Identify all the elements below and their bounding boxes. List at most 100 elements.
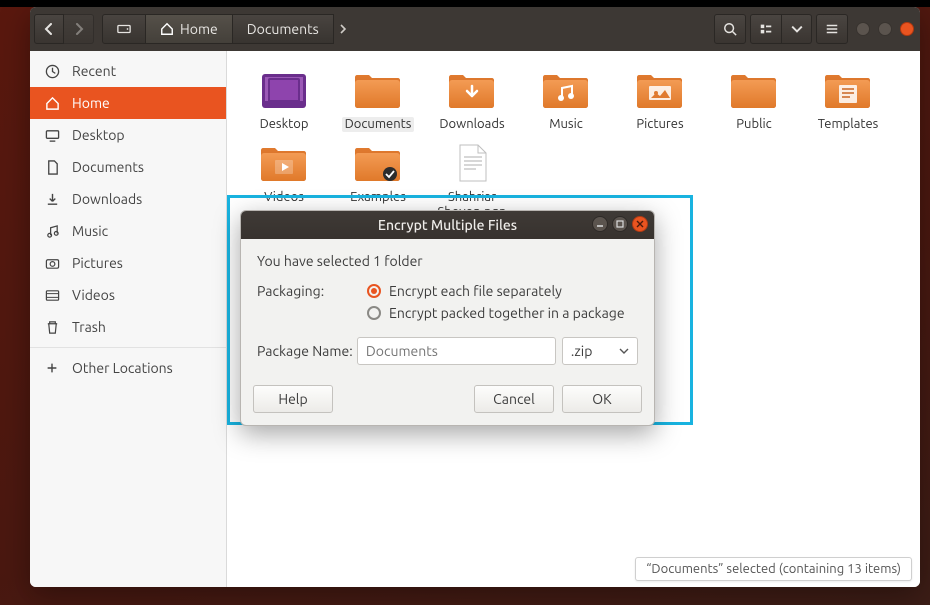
grid-item[interactable]: Examples xyxy=(331,134,425,222)
search-button[interactable] xyxy=(714,14,746,44)
window-close[interactable] xyxy=(900,22,914,36)
file-label: Downloads xyxy=(439,117,504,132)
breadcrumb-documents-label: Documents xyxy=(247,21,319,37)
sidebar-item-trash[interactable]: Trash xyxy=(30,311,226,343)
radio-label: Encrypt packed together in a package xyxy=(389,305,625,321)
grid-item[interactable]: Public xyxy=(707,61,801,134)
sidebar-item-label: Recent xyxy=(72,63,116,79)
cancel-button[interactable]: Cancel xyxy=(474,385,554,413)
grid-item[interactable]: Documents xyxy=(331,61,425,134)
file-thumb xyxy=(352,65,404,115)
grid-item[interactable]: Music xyxy=(519,61,613,134)
sidebar-item-recent[interactable]: Recent xyxy=(30,55,226,87)
extension-value: .zip xyxy=(571,343,593,359)
breadcrumb-home-label: Home xyxy=(180,21,218,37)
sidebar-item-downloads[interactable]: Downloads xyxy=(30,183,226,215)
ok-button[interactable]: OK xyxy=(562,385,642,413)
radio-label: Encrypt each file separately xyxy=(389,283,562,299)
file-label: Music xyxy=(549,117,583,132)
package-name-label: Package Name: xyxy=(257,343,357,359)
grid-item[interactable]: Pictures xyxy=(613,61,707,134)
file-label: Documents xyxy=(342,117,415,132)
radio-encrypt-separately[interactable]: Encrypt each file separately xyxy=(367,283,638,299)
dialog-titlebar[interactable]: Encrypt Multiple Files xyxy=(241,211,654,239)
file-thumb xyxy=(634,65,686,115)
breadcrumb-home[interactable]: Home xyxy=(146,14,233,44)
grid-item[interactable]: Shahriar Shovon.pgp xyxy=(425,134,519,222)
file-thumb xyxy=(352,138,404,188)
sidebar-item-pictures[interactable]: Pictures xyxy=(30,247,226,279)
dialog-close[interactable] xyxy=(632,216,648,232)
chevron-right-icon xyxy=(73,23,85,35)
minimize-icon xyxy=(596,220,604,228)
top-panel xyxy=(0,0,930,7)
forward-button[interactable] xyxy=(64,14,94,44)
dialog-maximize[interactable] xyxy=(612,216,628,232)
chevron-left-icon xyxy=(43,23,55,35)
file-thumb xyxy=(258,138,310,188)
help-button[interactable]: Help xyxy=(253,385,333,413)
sidebar-item-label: Music xyxy=(72,223,108,239)
file-thumb xyxy=(446,138,498,188)
package-name-input[interactable] xyxy=(357,337,556,365)
window-minimize[interactable] xyxy=(856,22,870,36)
sidebar-item-label: Pictures xyxy=(72,255,123,271)
sidebar-item-documents[interactable]: Documents xyxy=(30,151,226,183)
hamburger-button[interactable] xyxy=(816,14,848,44)
radio-encrypt-packaged[interactable]: Encrypt packed together in a package xyxy=(367,305,638,321)
chevron-down-icon xyxy=(791,23,803,35)
document-icon xyxy=(44,160,60,175)
encrypt-dialog: Encrypt Multiple Files You have selected… xyxy=(240,210,655,426)
file-label: Public xyxy=(736,117,771,132)
sidebar-item-label: Documents xyxy=(72,159,144,175)
breadcrumb-files[interactable] xyxy=(102,14,146,44)
extension-select[interactable]: .zip xyxy=(562,337,638,365)
sidebar-item-music[interactable]: Music xyxy=(30,215,226,247)
chevron-right-icon xyxy=(338,24,348,34)
window-maximize[interactable] xyxy=(878,22,892,36)
breadcrumb-documents[interactable]: Documents xyxy=(233,14,334,44)
chevron-down-icon xyxy=(619,346,629,356)
clock-icon xyxy=(44,64,60,79)
back-button[interactable] xyxy=(34,14,64,44)
sidebar-item-other-locations[interactable]: Other Locations xyxy=(30,352,226,384)
grid-item[interactable]: Desktop xyxy=(237,61,331,134)
home-icon xyxy=(44,96,60,111)
file-thumb xyxy=(258,65,310,115)
dialog-minimize[interactable] xyxy=(592,216,608,232)
dialog-message: You have selected 1 folder xyxy=(257,253,638,269)
sidebar-item-label: Home xyxy=(72,95,110,111)
maximize-icon xyxy=(616,220,624,228)
grid-item[interactable]: Downloads xyxy=(425,61,519,134)
sidebar-item-label: Other Locations xyxy=(72,360,173,376)
video-icon xyxy=(44,288,60,303)
sidebar-item-label: Videos xyxy=(72,287,115,303)
sidebar-item-label: Trash xyxy=(72,319,106,335)
sidebar-item-label: Downloads xyxy=(72,191,142,207)
file-label: Videos xyxy=(264,190,304,205)
sidebar-item-desktop[interactable]: Desktop xyxy=(30,119,226,151)
file-label: Pictures xyxy=(636,117,683,132)
home-icon xyxy=(160,22,174,36)
file-label: Desktop xyxy=(260,117,309,132)
grid-item[interactable]: Videos xyxy=(237,134,331,222)
download-icon xyxy=(44,192,60,207)
packaging-label: Packaging: xyxy=(257,283,367,299)
icon-grid[interactable]: Desktop Documents Downloads Music Pictur… xyxy=(227,51,920,222)
view-options-button[interactable] xyxy=(782,14,812,44)
grid-item[interactable]: Templates xyxy=(801,61,895,134)
file-thumb xyxy=(446,65,498,115)
close-icon xyxy=(636,220,644,228)
menu-icon xyxy=(825,22,839,36)
sidebar-item-home[interactable]: Home xyxy=(30,87,226,119)
sidebar-item-label: Desktop xyxy=(72,127,125,143)
dialog-title: Encrypt Multiple Files xyxy=(378,217,517,233)
nav-group xyxy=(34,14,94,44)
search-icon xyxy=(723,22,737,36)
sidebar-item-videos[interactable]: Videos xyxy=(30,279,226,311)
status-text: “Documents” selected (containing 13 item… xyxy=(646,562,901,576)
file-label: Templates xyxy=(818,117,879,132)
breadcrumb-more[interactable] xyxy=(334,24,352,34)
view-toggle-button[interactable] xyxy=(750,14,782,44)
radio-dot-icon xyxy=(367,306,381,320)
